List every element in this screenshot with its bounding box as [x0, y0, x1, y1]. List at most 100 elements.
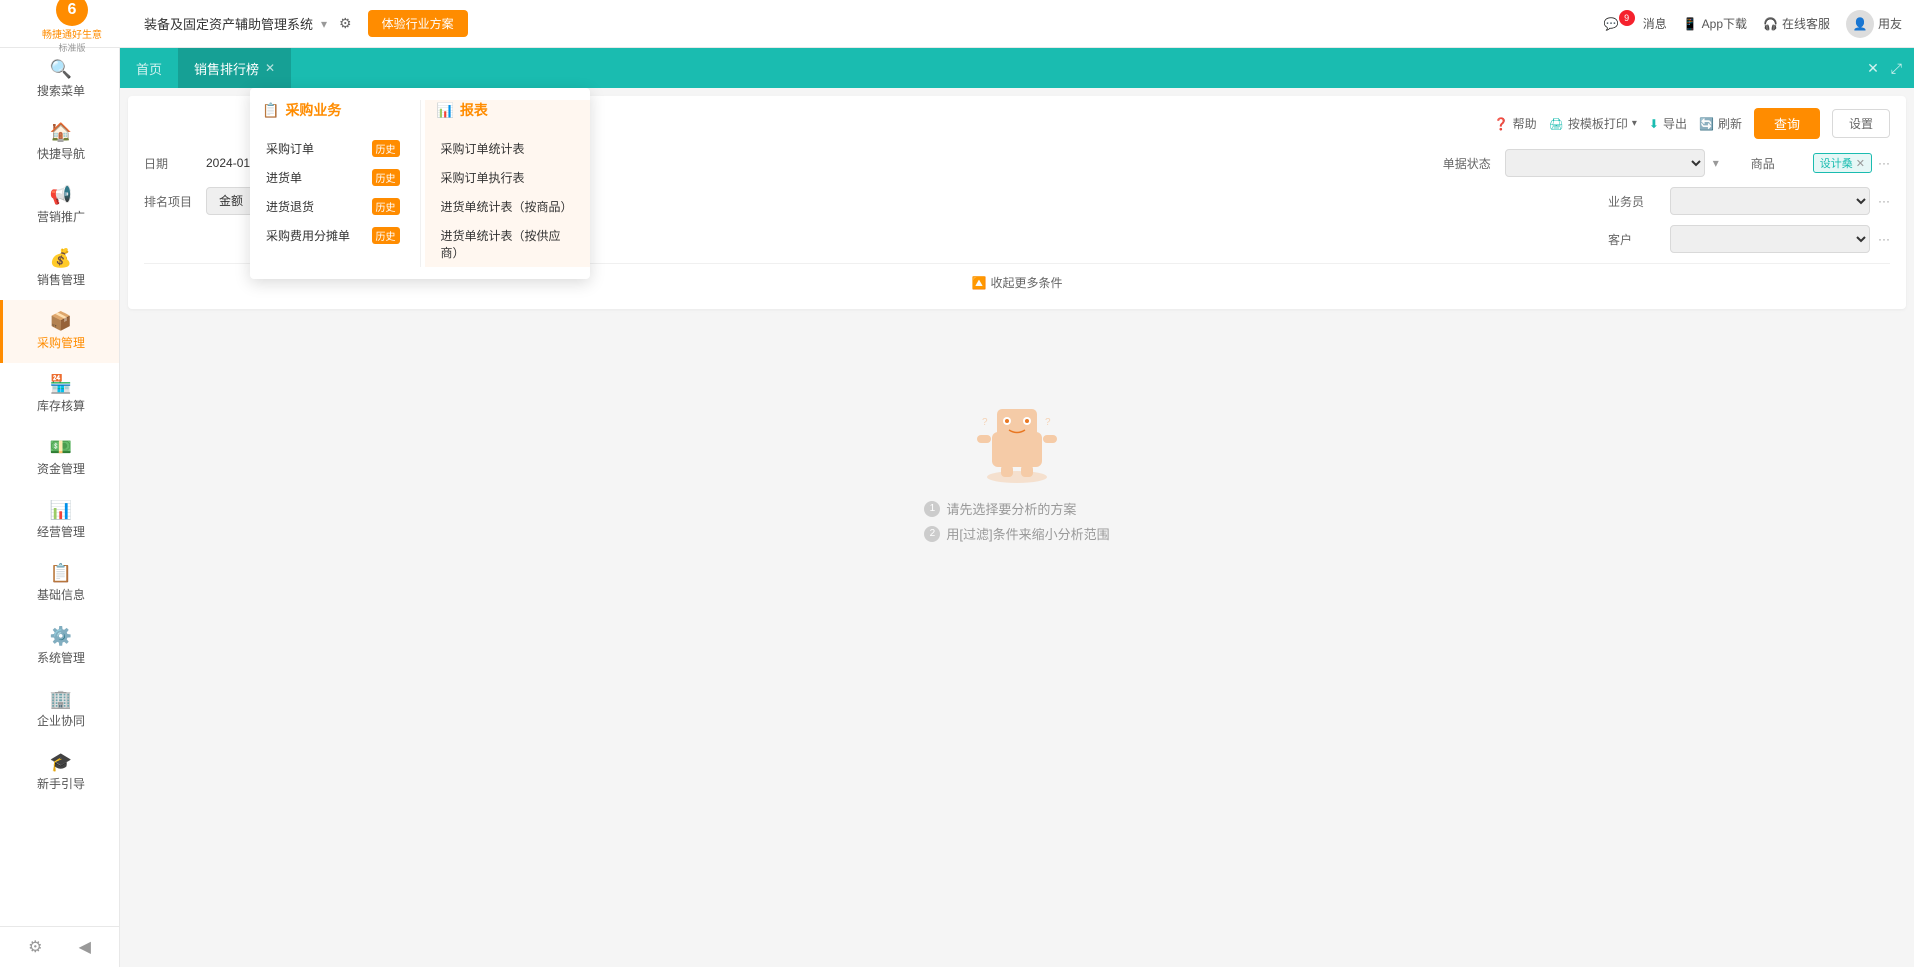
dropdown-columns: 📋 采购业务 采购订单 历史 进货单 历史 进货退货 历史 [250, 100, 590, 267]
tab-sales-rank[interactable]: 销售排行榜 ✕ [178, 48, 291, 88]
sidebar-item-inventory[interactable]: 🏪 库存核算 [0, 363, 119, 426]
report-col-title: 📊 报表 [437, 100, 579, 124]
dropdown-item-purchase-exec[interactable]: 采购订单执行表 [437, 163, 579, 192]
tab-close-icon[interactable]: ✕ [265, 61, 275, 75]
print-icon: 🖨 [1549, 117, 1564, 131]
footer-collapse-icon[interactable]: ◀ [79, 937, 91, 957]
sidebar-item-purchase[interactable]: 📦 采购管理 [0, 300, 119, 363]
sidebar-item-operations[interactable]: 📊 经营管理 [0, 489, 119, 552]
settings-button[interactable]: 设置 [1832, 109, 1890, 138]
app-download-label: App下载 [1702, 15, 1747, 32]
online-service-action[interactable]: 🎧 在线客服 [1763, 15, 1830, 32]
megaphone-icon: 📢 [50, 186, 72, 204]
print-template-label: 按模板打印 [1568, 115, 1628, 132]
report-col-icon: 📊 [437, 102, 454, 119]
report-col: 📊 报表 采购订单统计表 采购订单执行表 进货单统计表（按商品） 进货单统计表（… [425, 100, 591, 267]
sidebar-item-label: 经营管理 [37, 523, 85, 540]
incoming-stat-supplier-label: 进货单统计表（按供应商） [441, 227, 575, 261]
dropdown-item-expense[interactable]: 采购费用分摊单 历史 [262, 221, 404, 250]
export-label: 导出 [1663, 115, 1687, 132]
sidebar-item-search[interactable]: 🔍 搜索菜单 [0, 48, 119, 111]
expand-icon[interactable]: ⤢ [1887, 56, 1906, 81]
user-action[interactable]: 👤 用友 [1846, 10, 1902, 38]
dropdown-item-incoming-stat-supplier[interactable]: 进货单统计表（按供应商） [437, 221, 579, 267]
empty-text: 1 请先选择要分析的方案 2 用[过滤]条件来缩小分析范围 [924, 499, 1109, 543]
svg-text:?: ? [1045, 417, 1051, 428]
salesman-ellipsis[interactable]: ··· [1878, 194, 1890, 208]
customer-area: ··· [1670, 225, 1890, 253]
dropdown-item-incoming-stat-goods[interactable]: 进货单统计表（按商品） [437, 192, 579, 221]
footer-settings-icon[interactable]: ⚙ [28, 937, 42, 957]
help-label: 帮助 [1513, 115, 1537, 132]
tab-home[interactable]: 首页 [120, 48, 178, 88]
sidebar-footer: ⚙ ◀ [0, 926, 119, 967]
sidebar-item-basic-info[interactable]: 📋 基础信息 [0, 552, 119, 615]
goods-tag-close[interactable]: ✕ [1856, 157, 1865, 170]
sidebar-item-label: 搜索菜单 [37, 82, 85, 99]
customer-ellipsis[interactable]: ··· [1878, 232, 1890, 246]
message-action[interactable]: 💬 9 消息 [1604, 15, 1667, 32]
system-name: 装备及固定资产辅助管理系统 [144, 14, 313, 33]
sidebar-item-system[interactable]: ⚙️ 系统管理 [0, 615, 119, 678]
expense-label: 采购费用分摊单 [266, 227, 350, 244]
doc-status-chevron: ▾ [1713, 156, 1719, 170]
print-template-btn[interactable]: 🖨 按模板打印 ▾ [1549, 115, 1637, 132]
sidebar: 🔍 搜索菜单 🏠 快捷导航 📢 营销推广 💰 销售管理 📦 采购管理 🏪 库存核… [0, 48, 120, 967]
message-badge: 9 [1619, 10, 1635, 26]
salesman-select[interactable] [1670, 187, 1870, 215]
date-label: 日期 [144, 155, 194, 172]
home-icon: 🏠 [50, 123, 72, 141]
dropdown-item-incoming[interactable]: 进货单 历史 [262, 163, 404, 192]
customer-select[interactable] [1670, 225, 1870, 253]
goods-tag: 设计桑 ✕ [1813, 153, 1872, 173]
query-button[interactable]: 查询 [1754, 108, 1820, 139]
chart-icon: 📊 [50, 501, 72, 519]
industry-button[interactable]: 体验行业方案 [368, 10, 468, 37]
system-title-area: 装备及固定资产辅助管理系统 ▾ ⚙ 体验行业方案 [144, 10, 1604, 37]
empty-step-1-text: 请先选择要分析的方案 [946, 499, 1076, 518]
sidebar-item-label: 企业协同 [37, 712, 85, 729]
dropdown-item-purchase-stat[interactable]: 采购订单统计表 [437, 134, 579, 163]
goods-label: 商品 [1751, 155, 1801, 172]
app-download-action[interactable]: 📱 App下载 [1683, 15, 1747, 32]
mobile-icon: 📱 [1683, 17, 1698, 31]
help-icon: ❓ [1494, 117, 1509, 131]
chevron-down-icon[interactable]: ▾ [321, 17, 327, 31]
refresh-btn[interactable]: 🔄 刷新 [1699, 115, 1742, 132]
sidebar-item-quick-nav[interactable]: 🏠 快捷导航 [0, 111, 119, 174]
sidebar-item-guide[interactable]: 🎓 新手引导 [0, 741, 119, 804]
sidebar-item-marketing[interactable]: 📢 营销推广 [0, 174, 119, 237]
empty-state: ? ? 1 请先选择要分析的方案 2 用[过滤]条件来缩小分析范围 [120, 317, 1914, 623]
sidebar-item-label: 采购管理 [37, 334, 85, 351]
sidebar-item-sales[interactable]: 💰 销售管理 [0, 237, 119, 300]
tab-bar: 首页 销售排行榜 ✕ ✕ ⤢ [120, 48, 1914, 88]
doc-status-select[interactable] [1505, 149, 1705, 177]
help-btn[interactable]: ❓ 帮助 [1494, 115, 1537, 132]
incoming-label: 进货单 [266, 169, 302, 186]
tab-bar-right: ✕ ⤢ [1863, 56, 1914, 81]
purchase-order-badge: 历史 [372, 140, 400, 157]
export-icon: ⬇ [1649, 117, 1659, 131]
close-all-icon[interactable]: ✕ [1863, 56, 1883, 81]
online-service-label: 在线客服 [1782, 15, 1830, 32]
tab-sales-rank-label: 销售排行榜 [194, 59, 259, 78]
sidebar-item-label: 系统管理 [37, 649, 85, 666]
content-area: 首页 销售排行榜 ✕ ✕ ⤢ ❓ 帮助 [120, 48, 1914, 967]
goods-ellipsis[interactable]: ··· [1878, 156, 1890, 170]
sidebar-item-enterprise[interactable]: 🏢 企业协同 [0, 678, 119, 741]
dropdown-item-return[interactable]: 进货退货 历史 [262, 192, 404, 221]
sidebar-item-label: 新手引导 [37, 775, 85, 792]
salesman-label: 业务员 [1608, 193, 1658, 210]
logo-icon: 6 [56, 0, 88, 26]
export-btn[interactable]: ⬇ 导出 [1649, 115, 1687, 132]
purchase-col-title-text: 采购业务 [285, 100, 341, 120]
settings-icon[interactable]: ⚙ [339, 15, 352, 32]
box-icon: 📦 [50, 312, 72, 330]
top-header: 6 畅捷通好生意 标准版 装备及固定资产辅助管理系统 ▾ ⚙ 体验行业方案 💬 … [0, 0, 1914, 48]
empty-step-1: 1 请先选择要分析的方案 [924, 499, 1109, 518]
message-label: 消息 [1643, 15, 1667, 32]
return-badge: 历史 [372, 198, 400, 215]
sidebar-item-finance[interactable]: 💵 资金管理 [0, 426, 119, 489]
sidebar-item-label: 快捷导航 [37, 145, 85, 162]
dropdown-item-purchase-order[interactable]: 采购订单 历史 [262, 134, 404, 163]
